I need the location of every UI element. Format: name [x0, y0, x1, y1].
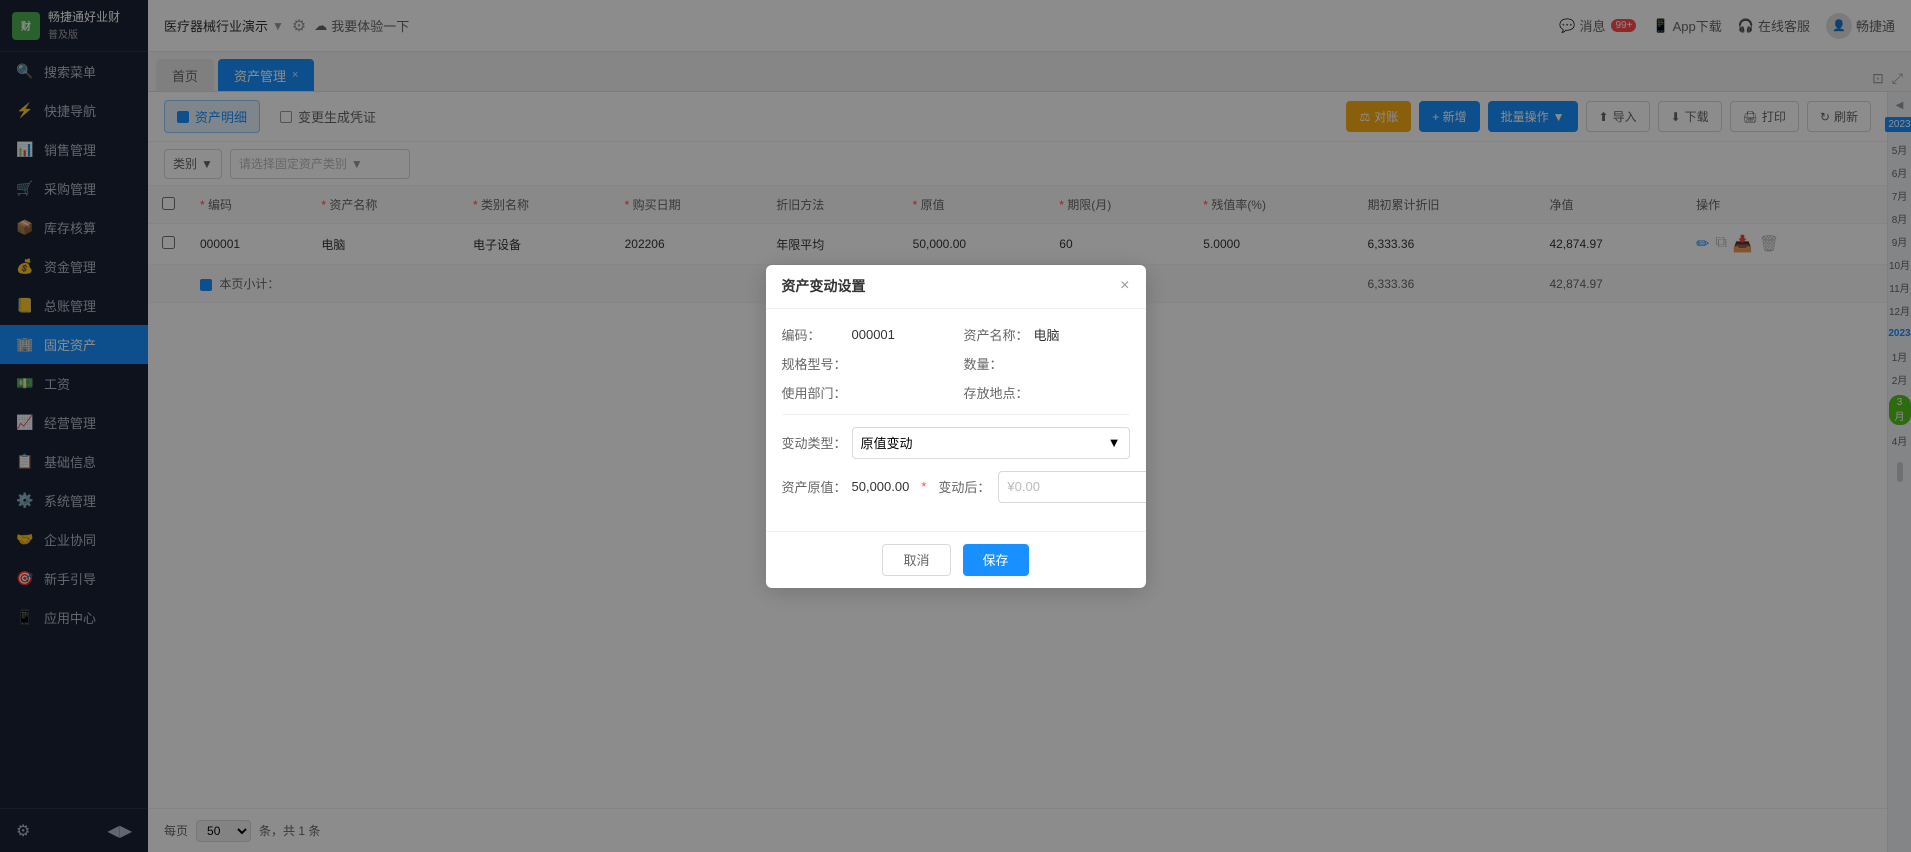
- value-input-group: 50,000.00 * 变动后：: [852, 471, 1146, 503]
- modal-overlay[interactable]: 资产变动设置 × 编码： 000001 资产名称： 电脑 规格型号： 数量： 使…: [0, 0, 1911, 852]
- dept-label: 使用部门：: [782, 383, 852, 402]
- change-type-row: 变动类型： 原值变动 ▼: [782, 427, 1130, 459]
- quantity-label: 数量：: [964, 354, 1034, 373]
- code-value: 000001: [852, 327, 948, 342]
- dialog-close-btn[interactable]: ×: [1120, 277, 1129, 295]
- dialog-row-dept: 使用部门： 存放地点：: [782, 383, 1130, 402]
- name-value: 电脑: [1034, 325, 1130, 344]
- dialog-row-spec: 规格型号： 数量：: [782, 354, 1130, 373]
- original-value-label: 资产原值：: [782, 477, 852, 496]
- after-value-input[interactable]: [998, 471, 1145, 503]
- name-label: 资产名称：: [964, 325, 1034, 344]
- dialog-divider: [782, 414, 1130, 415]
- after-label: 变动后：: [938, 477, 990, 496]
- cancel-button[interactable]: 取消: [882, 544, 950, 576]
- dialog-body: 编码： 000001 资产名称： 电脑 规格型号： 数量： 使用部门： 存放地点…: [766, 309, 1146, 531]
- change-type-label: 变动类型：: [782, 433, 852, 452]
- required-star: *: [921, 479, 926, 494]
- original-value-display: 50,000.00: [852, 479, 910, 494]
- location-label: 存放地点：: [964, 383, 1034, 402]
- change-type-chevron-icon: ▼: [1108, 435, 1121, 450]
- dialog-row-code: 编码： 000001 资产名称： 电脑: [782, 325, 1130, 344]
- code-label: 编码：: [782, 325, 852, 344]
- value-row: 资产原值： 50,000.00 * 变动后：: [782, 471, 1130, 503]
- save-button[interactable]: 保存: [963, 544, 1029, 576]
- dialog-header: 资产变动设置 ×: [766, 265, 1146, 309]
- dialog-title: 资产变动设置: [782, 276, 866, 296]
- change-type-select[interactable]: 原值变动 ▼: [852, 427, 1130, 459]
- asset-change-dialog: 资产变动设置 × 编码： 000001 资产名称： 电脑 规格型号： 数量： 使…: [766, 265, 1146, 588]
- dialog-footer: 取消 保存: [766, 531, 1146, 588]
- spec-label: 规格型号：: [782, 354, 852, 373]
